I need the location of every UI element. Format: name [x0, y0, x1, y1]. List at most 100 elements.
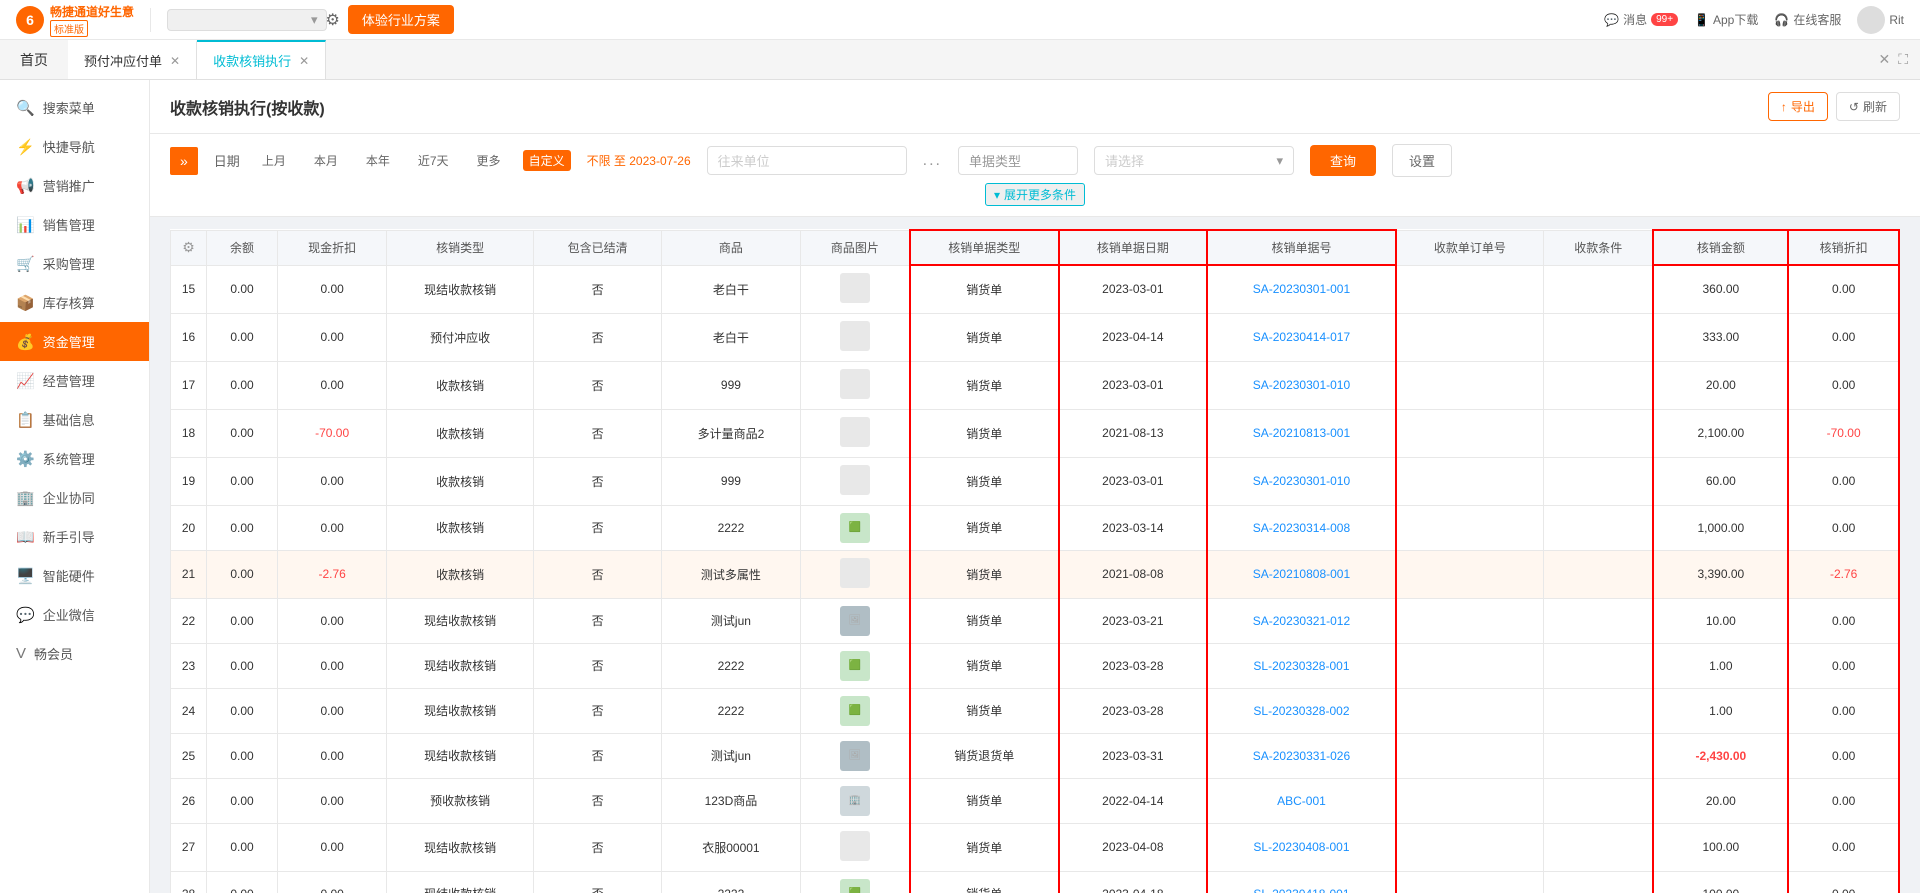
bill-no-link[interactable]: SA-20210808-001: [1253, 567, 1350, 581]
sidebar-item-wechat[interactable]: 💬 企业微信: [0, 595, 149, 634]
online-service-btn[interactable]: 🎧 在线客服: [1774, 11, 1841, 28]
sidebar-item-purchase[interactable]: 🛒 采购管理: [0, 244, 149, 283]
table-row: 23 0.00 0.00 现结收款核销 否 2222 🟩 销货单 2023-03…: [171, 643, 1900, 688]
bill-no-link[interactable]: SL-20230328-001: [1253, 659, 1349, 673]
td-balance: 0.00: [207, 598, 278, 643]
tab-close-cancel[interactable]: ✕: [299, 54, 309, 68]
td-bill-no: SL-20230418-001: [1207, 871, 1396, 893]
bill-type-select[interactable]: 请选择 ▾: [1094, 146, 1294, 175]
query-btn[interactable]: 查询: [1310, 145, 1376, 176]
this-year-btn[interactable]: 本年: [360, 150, 396, 171]
sidebar-item-guide[interactable]: 📖 新手引导: [0, 517, 149, 556]
table-gear-icon[interactable]: ⚙: [182, 239, 195, 255]
sidebar-item-operation[interactable]: 📈 经营管理: [0, 361, 149, 400]
td-goods: 测试jun: [662, 733, 801, 778]
td-balance: 0.00: [207, 265, 278, 313]
td-bill-no: SA-20230321-012: [1207, 598, 1396, 643]
td-condition: [1544, 409, 1654, 457]
gear-icon[interactable]: ⚙: [326, 10, 340, 30]
td-bill-date: 2023-03-31: [1059, 733, 1208, 778]
more-btn[interactable]: 更多: [471, 150, 507, 171]
td-goods: 衣服00001: [662, 823, 801, 871]
bill-no-link[interactable]: ABC-001: [1277, 794, 1326, 808]
message-btn[interactable]: 💬 消息 99+: [1604, 11, 1678, 28]
member-icon: V: [16, 645, 26, 662]
tab-close-prepay[interactable]: ✕: [170, 54, 180, 68]
bill-no-link[interactable]: SA-20230301-001: [1253, 282, 1350, 296]
expand-conditions-btn[interactable]: ▾ 展开更多条件: [985, 183, 1085, 206]
custom-btn[interactable]: 自定义: [523, 150, 571, 171]
app-download-btn[interactable]: 📱 App下载: [1694, 11, 1758, 28]
service-icon: 🎧: [1774, 13, 1789, 27]
sidebar-item-basic-info[interactable]: 📋 基础信息: [0, 400, 149, 439]
table-row: 18 0.00 -70.00 收款核销 否 多计量商品2 销货单 2021-08…: [171, 409, 1900, 457]
last-month-btn[interactable]: 上月: [256, 150, 292, 171]
user-avatar[interactable]: Rit: [1857, 6, 1904, 34]
bill-no-link[interactable]: SA-20210813-001: [1253, 426, 1350, 440]
td-balance: 0.00: [207, 361, 278, 409]
bill-no-link[interactable]: SL-20230328-002: [1253, 704, 1349, 718]
td-included: 否: [534, 778, 662, 823]
bill-no-link[interactable]: SA-20230321-012: [1253, 614, 1350, 628]
collapse-filter-btn[interactable]: »: [170, 147, 198, 175]
expand-window-icon[interactable]: ⛶: [1898, 51, 1908, 68]
td-goods: 测试jun: [662, 598, 801, 643]
td-cancel-type: 收款核销: [387, 361, 534, 409]
sidebar-item-inventory[interactable]: 📦 库存核算: [0, 283, 149, 322]
tab-home[interactable]: 首页: [0, 40, 68, 79]
from-unit-input[interactable]: 往来单位: [707, 146, 907, 175]
sidebar-item-sales[interactable]: 📊 销售管理: [0, 205, 149, 244]
this-month-btn[interactable]: 本月: [308, 150, 344, 171]
sidebar-item-system[interactable]: ⚙️ 系统管理: [0, 439, 149, 478]
last7-btn[interactable]: 近7天: [412, 150, 455, 171]
bill-no-link[interactable]: SA-20230331-026: [1253, 749, 1350, 763]
td-condition: [1544, 823, 1654, 871]
tab-prepay[interactable]: 预付冲应付单 ✕: [68, 40, 197, 79]
bill-no-link[interactable]: SL-20230418-001: [1253, 887, 1349, 893]
sidebar-item-shortcut[interactable]: ⚡ 快捷导航: [0, 127, 149, 166]
td-cash-discount: -2.76: [278, 550, 387, 598]
tab-bar-right: ✕ ⛶: [1878, 51, 1920, 68]
td-bill-type: 销货退货单: [910, 733, 1059, 778]
td-order-no: [1396, 550, 1544, 598]
expand-icon: ▾: [994, 188, 1000, 202]
export-btn[interactable]: ↑ 导出: [1768, 92, 1828, 121]
bill-no-link[interactable]: SL-20230408-001: [1253, 840, 1349, 854]
th-condition: 收款条件: [1544, 230, 1654, 265]
td-bill-no: SA-20230331-026: [1207, 733, 1396, 778]
industry-btn[interactable]: 体验行业方案: [348, 5, 454, 34]
sidebar-item-marketing[interactable]: 📢 营销推广: [0, 166, 149, 205]
bill-no-link[interactable]: SA-20230414-017: [1253, 330, 1350, 344]
tab-bar: 首页 预付冲应付单 ✕ 收款核销执行 ✕ ✕ ⛶: [0, 40, 1920, 80]
td-cancel-type: 现结收款核销: [387, 733, 534, 778]
td-discount: -70.00: [1788, 409, 1899, 457]
refresh-btn[interactable]: ↺ 刷新: [1836, 92, 1900, 121]
th-goods: 商品: [662, 230, 801, 265]
td-condition: [1544, 361, 1654, 409]
setting-btn[interactable]: 设置: [1392, 144, 1452, 177]
hardware-icon: 🖥️: [16, 567, 35, 585]
sidebar-item-finance[interactable]: 💰 资金管理: [0, 322, 149, 361]
bill-no-link[interactable]: SA-20230301-010: [1253, 474, 1350, 488]
close-window-icon[interactable]: ✕: [1878, 51, 1890, 68]
sidebar-item-search[interactable]: 🔍 搜索菜单: [0, 88, 149, 127]
td-bill-date: 2023-03-01: [1059, 457, 1208, 505]
sidebar-item-member[interactable]: V 畅会员: [0, 634, 149, 673]
td-id: 22: [171, 598, 207, 643]
td-cash-discount: 0.00: [278, 457, 387, 505]
td-included: 否: [534, 265, 662, 313]
bill-no-link[interactable]: SA-20230314-008: [1253, 521, 1350, 535]
bill-no-link[interactable]: SA-20230301-010: [1253, 378, 1350, 392]
sidebar-item-enterprise[interactable]: 🏢 企业协同: [0, 478, 149, 517]
td-bill-no: SA-20230301-010: [1207, 361, 1396, 409]
td-bill-no: SA-20230301-001: [1207, 265, 1396, 313]
td-order-no: [1396, 688, 1544, 733]
tab-cancel[interactable]: 收款核销执行 ✕: [197, 40, 326, 79]
logo-text: 畅捷通道好生意 标准版: [50, 3, 134, 37]
sidebar-item-hardware[interactable]: 🖥️ 智能硬件: [0, 556, 149, 595]
td-cancel-type: 收款核销: [387, 457, 534, 505]
td-goods-img: 🖼: [800, 733, 910, 778]
td-cash-discount: 0.00: [278, 505, 387, 550]
search-input[interactable]: [167, 9, 327, 31]
td-cancel-type: 现结收款核销: [387, 598, 534, 643]
